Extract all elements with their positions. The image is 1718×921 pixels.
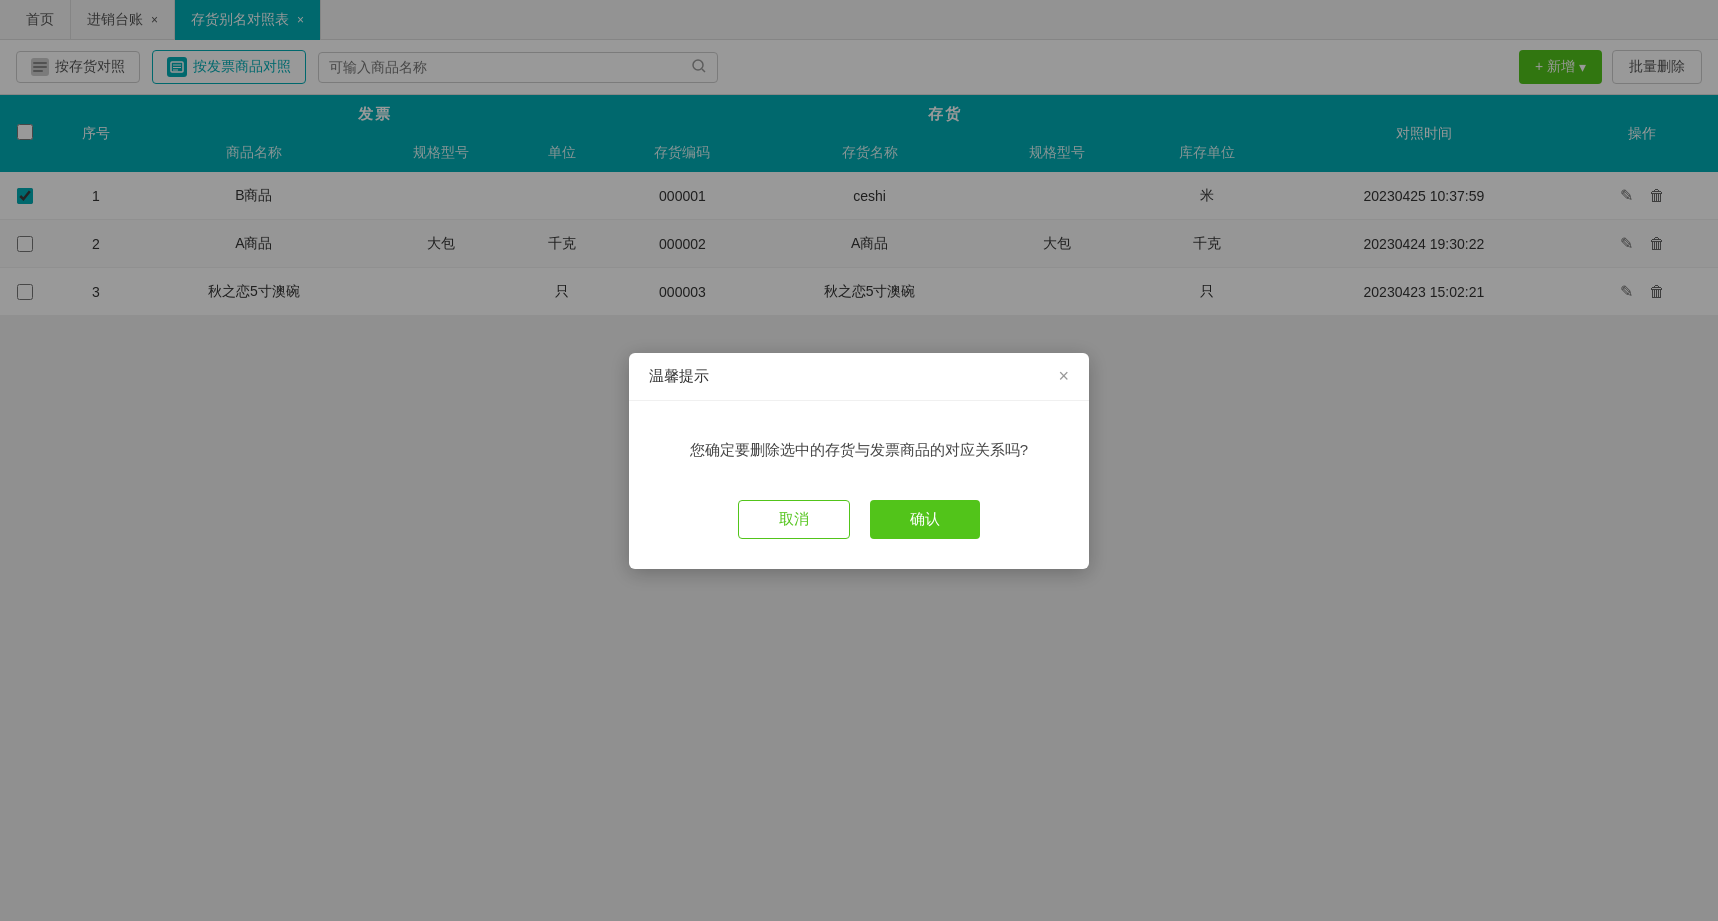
- modal-cancel-btn[interactable]: 取消: [738, 500, 850, 539]
- modal-title: 温馨提示: [649, 367, 709, 386]
- modal-message: 您确定要删除选中的存货与发票商品的对应关系吗?: [690, 441, 1028, 458]
- modal-header: 温馨提示 ×: [629, 353, 1089, 401]
- modal-confirm-btn[interactable]: 确认: [870, 500, 980, 539]
- modal-body: 您确定要删除选中的存货与发票商品的对应关系吗?: [629, 401, 1089, 490]
- modal-overlay: 温馨提示 × 您确定要删除选中的存货与发票商品的对应关系吗? 取消 确认: [0, 0, 1718, 921]
- modal-footer: 取消 确认: [629, 490, 1089, 569]
- modal-close-btn[interactable]: ×: [1058, 367, 1069, 385]
- confirm-modal: 温馨提示 × 您确定要删除选中的存货与发票商品的对应关系吗? 取消 确认: [629, 353, 1089, 569]
